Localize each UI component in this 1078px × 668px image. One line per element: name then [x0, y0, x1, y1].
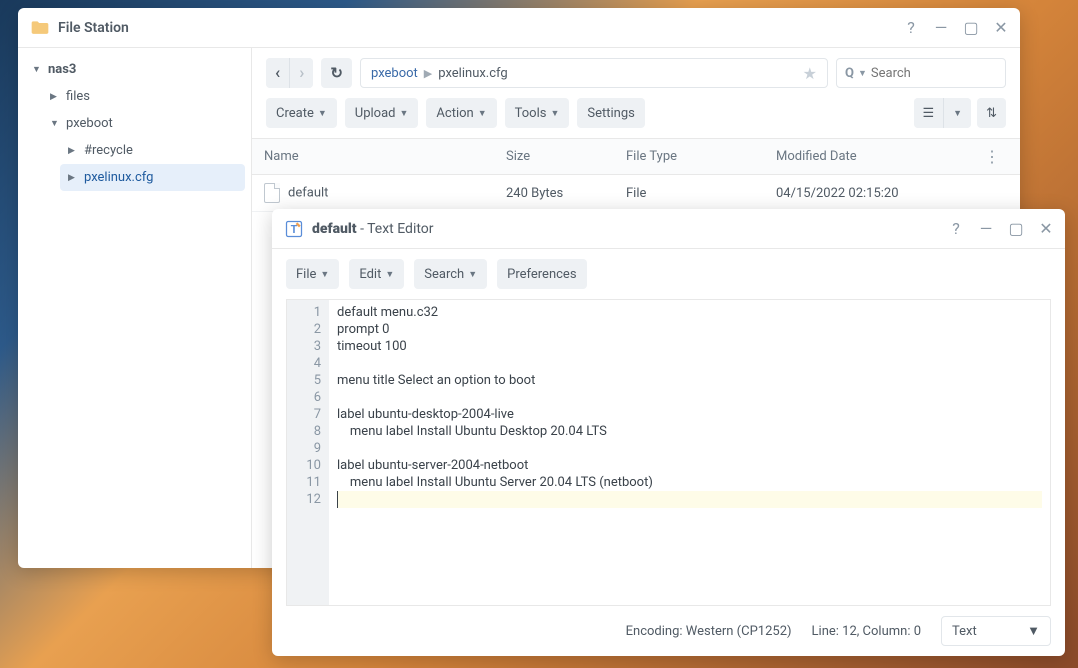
settings-button[interactable]: Settings [577, 98, 644, 128]
chevron-down-icon: ▼ [32, 64, 44, 75]
tree-item-label: files [66, 89, 90, 104]
col-modified[interactable]: Modified Date [764, 139, 964, 175]
breadcrumb-separator: ▶ [424, 67, 432, 80]
file-size: 240 Bytes [494, 175, 614, 212]
chevron-left-icon: ‹ [275, 63, 280, 83]
chevron-down-icon: ▼ [1027, 623, 1040, 639]
edit-menu-button[interactable]: Edit▼ [349, 259, 404, 289]
maximize-icon[interactable]: ▢ [964, 21, 978, 35]
file-type: File [614, 175, 764, 212]
file-station-title: File Station [58, 20, 904, 36]
breadcrumb-current: pxelinux.cfg [438, 66, 507, 81]
text-editor-icon: T [284, 219, 304, 239]
nav-button-group: ‹ › [266, 58, 313, 88]
search-bar[interactable]: Q▼ [836, 58, 1006, 88]
file-modified: 04/15/2022 02:15:20 [764, 175, 964, 212]
help-icon[interactable]: ? [904, 21, 918, 35]
editor-area[interactable]: 123456789101112 default menu.c32prompt 0… [286, 299, 1051, 606]
col-type[interactable]: File Type [614, 139, 764, 175]
statusbar: Encoding: Western (CP1252) Line: 12, Col… [272, 606, 1065, 656]
tree-item-files[interactable]: ▶ files [42, 83, 245, 110]
tree-item-pxeboot[interactable]: ▼ pxeboot [42, 110, 245, 137]
table-row[interactable]: default 240 Bytes File 04/15/2022 02:15:… [252, 175, 1020, 212]
back-button[interactable]: ‹ [266, 58, 289, 88]
status-cursor: Line: 12, Column: 0 [812, 624, 921, 639]
chevron-right-icon: ▶ [68, 173, 80, 183]
search-icon: Q [845, 66, 854, 81]
upload-button[interactable]: Upload▼ [345, 98, 419, 128]
code-content[interactable]: default menu.c32prompt 0timeout 100menu … [329, 300, 1050, 605]
create-button[interactable]: Create▼ [266, 98, 337, 128]
file-name: default [288, 185, 328, 200]
line-number-gutter: 123456789101112 [287, 300, 329, 605]
chevron-right-icon: ▶ [68, 146, 80, 156]
file-table: Name Size File Type Modified Date ⋮ defa… [252, 138, 1020, 212]
file-station-titlebar[interactable]: File Station ? — ▢ ✕ [18, 8, 1020, 48]
action-button[interactable]: Action▼ [426, 98, 496, 128]
folder-icon [30, 18, 50, 38]
tools-button[interactable]: Tools▼ [505, 98, 570, 128]
tree-item-label: pxelinux.cfg [84, 170, 153, 185]
preferences-button[interactable]: Preferences [497, 259, 586, 289]
col-name[interactable]: Name [252, 139, 494, 175]
chevron-right-icon: › [299, 63, 304, 83]
tree-item-label: #recycle [84, 143, 133, 158]
reload-icon: ↻ [330, 64, 343, 82]
search-input[interactable] [871, 66, 1037, 81]
close-icon[interactable]: ✕ [994, 21, 1008, 35]
tree-root-label: nas3 [48, 62, 76, 77]
column-menu-icon[interactable]: ⋮ [976, 147, 1008, 166]
text-editor-titlebar[interactable]: T default - Text Editor ? — ▢ ✕ [272, 209, 1065, 249]
chevron-down-icon: ▼ [953, 108, 962, 119]
tree-item-recycle[interactable]: ▶ #recycle [60, 137, 245, 164]
breadcrumb-parent[interactable]: pxeboot [371, 66, 418, 81]
tree-root[interactable]: ▼ nas3 [24, 56, 245, 83]
status-encoding: Encoding: Western (CP1252) [626, 624, 792, 639]
list-view-button[interactable]: ☰ [914, 98, 944, 128]
chevron-down-icon: ▼ [50, 118, 62, 129]
reload-button[interactable]: ↻ [321, 58, 352, 88]
col-size[interactable]: Size [494, 139, 614, 175]
text-editor-window: T default - Text Editor ? — ▢ ✕ File▼ Ed… [272, 209, 1065, 656]
sort-icon: ⇅ [986, 106, 997, 121]
view-dropdown-button[interactable]: ▼ [943, 98, 971, 128]
chevron-down-icon: ▼ [858, 68, 867, 79]
close-icon[interactable]: ✕ [1039, 222, 1053, 236]
chevron-right-icon: ▶ [50, 92, 62, 102]
syntax-select[interactable]: Text ▼ [941, 616, 1051, 646]
minimize-icon[interactable]: — [934, 21, 948, 35]
help-icon[interactable]: ? [949, 222, 963, 236]
svg-text:T: T [291, 223, 298, 236]
sort-button[interactable]: ⇅ [977, 98, 1006, 128]
breadcrumb: pxeboot ▶ pxelinux.cfg ★ [360, 58, 828, 88]
forward-button[interactable]: › [289, 58, 313, 88]
sidebar: ▼ nas3 ▶ files ▼ pxeboot ▶ #recycle [18, 48, 252, 568]
list-icon: ☰ [923, 106, 935, 121]
tree-item-label: pxeboot [66, 116, 113, 131]
text-editor-title: default - Text Editor [312, 221, 949, 237]
minimize-icon[interactable]: — [979, 222, 993, 236]
file-icon [264, 183, 280, 203]
maximize-icon[interactable]: ▢ [1009, 222, 1023, 236]
file-menu-button[interactable]: File▼ [286, 259, 339, 289]
search-menu-button[interactable]: Search▼ [414, 259, 487, 289]
tree-item-pxelinux-cfg[interactable]: ▶ pxelinux.cfg [60, 164, 245, 191]
favorite-star-icon[interactable]: ★ [803, 64, 817, 83]
